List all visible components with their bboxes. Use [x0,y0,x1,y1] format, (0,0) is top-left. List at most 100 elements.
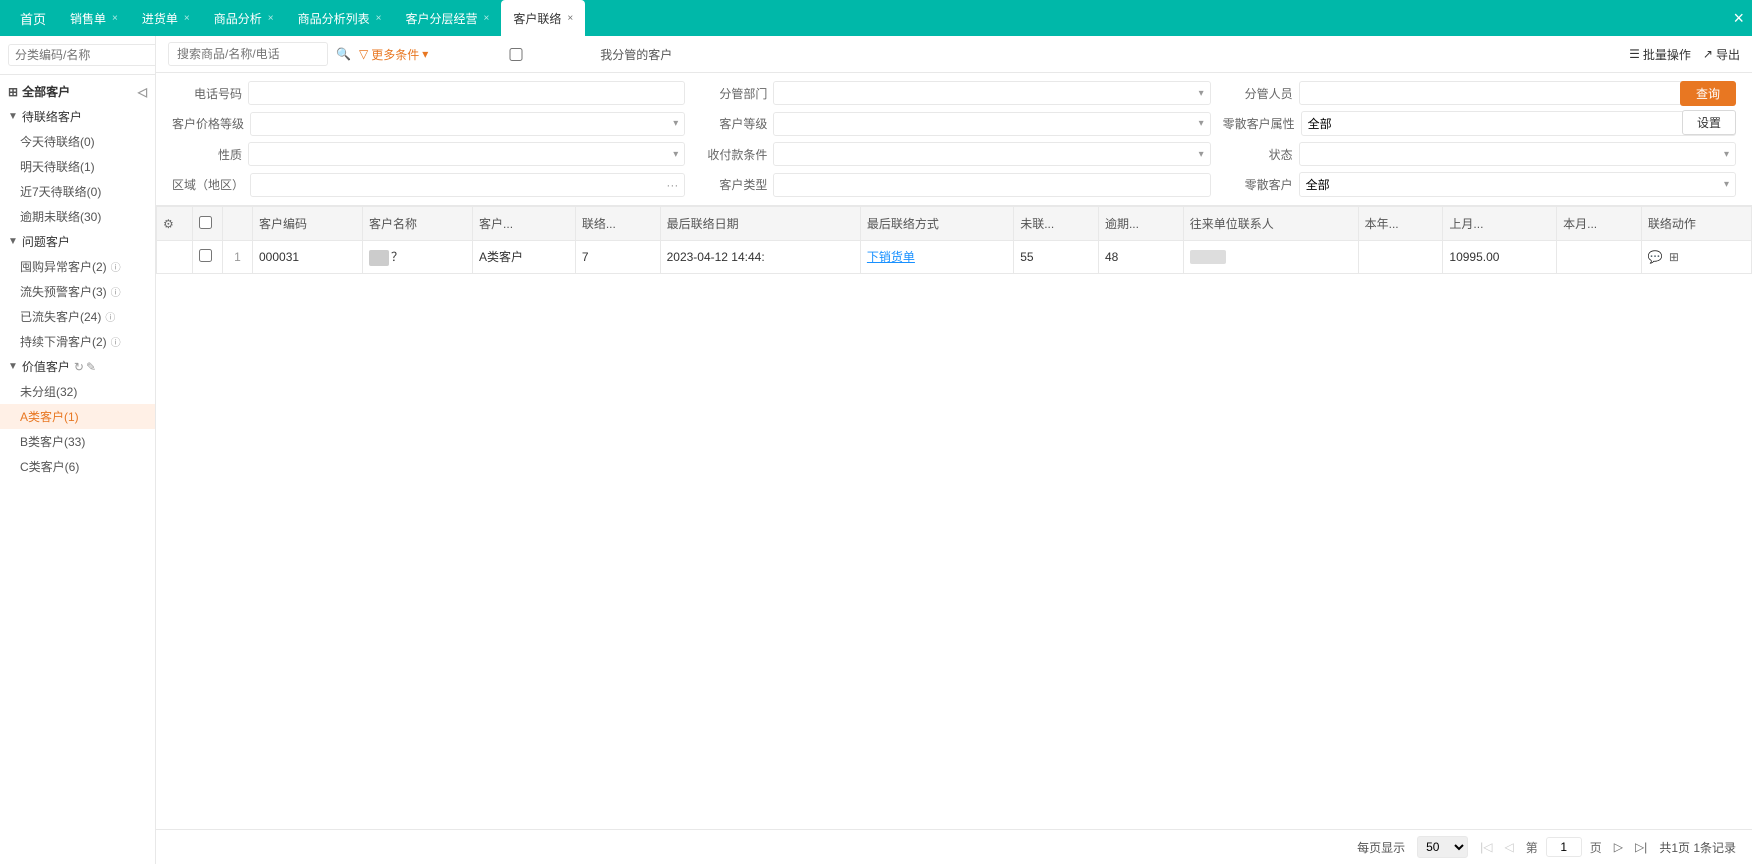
sidebar-item-overdue[interactable]: 逾期未联络(30) [0,204,155,229]
total-pages-label: 页 [1586,837,1606,858]
sidebar-item-declining[interactable]: 持续下滑客户(2) ⓘ [0,329,155,354]
cell-action: 💬 ⊞ [1641,241,1751,274]
export-btn[interactable]: ↗ 导出 [1703,46,1740,63]
nav-tab-sales[interactable]: 销售单 × [58,0,130,36]
nav-tab-purchase[interactable]: 进货单 × [130,0,202,36]
sidebar-collapse-btn[interactable]: ◁ [138,85,147,99]
sidebar-item-churned[interactable]: 已流失客户(24) ⓘ [0,304,155,329]
more-conditions-btn[interactable]: ▽ 更多条件 ▾ [359,46,428,63]
cell-last-method[interactable]: 下销货单 [860,241,1013,274]
close-analysis-list-tab[interactable]: × [376,13,382,24]
main-search-input[interactable] [168,42,328,66]
cell-checkbox[interactable] [193,241,223,274]
nature-select[interactable]: ▾ [248,142,685,166]
sidebar-item-c-class[interactable]: C类客户(6) [0,454,155,479]
dept-select[interactable]: ▾ [773,81,1210,105]
select-all-checkbox[interactable] [199,216,212,229]
sidebar-item-today[interactable]: 今天待联络(0) [0,129,155,154]
page-last-btn[interactable]: ▷| [1631,838,1651,856]
nav-tab-analysis-list[interactable]: 商品分析列表 × [286,0,394,36]
price-level-label: 客户价格等级 [172,115,244,132]
cell-name: ？ [363,241,473,274]
filter-customer-type: 客户类型 [697,172,1210,197]
main-search-icon[interactable]: 🔍 [336,47,351,61]
sidebar-search-input[interactable] [8,44,156,66]
filter-form: 电话号码 分管部门 ▾ 分管人员 ··· 查询 设置 [156,73,1752,206]
cell-last-month: 10995.00 [1443,241,1557,274]
page-first-btn[interactable]: |◁ [1476,838,1496,856]
payment-select[interactable]: ▾ [773,142,1210,166]
close-analysis-tab[interactable]: × [268,13,274,24]
arrow-icon: ▼ [8,111,18,122]
filter-status: 状态 ▾ [1223,142,1736,166]
row-checkbox[interactable] [199,249,212,262]
sidebar-item-abnormal[interactable]: 囤购异常客户(2) ⓘ [0,254,155,279]
customer-type-input[interactable] [773,173,1210,197]
sidebar-item-7days[interactable]: 近7天待联络(0) [0,179,155,204]
sidebar-item-tomorrow[interactable]: 明天待联络(1) [0,154,155,179]
phone-input[interactable] [248,81,685,105]
nav-tab-customer-tier[interactable]: 客户分层经营 × [393,0,501,36]
page-next-btn[interactable]: ▷ [1610,838,1627,856]
customer-level-select[interactable]: ▾ [773,112,1210,136]
my-customers-checkbox[interactable] [436,48,596,61]
manager-input[interactable]: ··· [1299,81,1736,105]
filter-scattered-attr: 零散客户属性 全部 ▾ [1223,111,1736,136]
cell-settings [157,241,193,274]
scattered-attr-select[interactable]: 全部 ▾ [1301,111,1736,136]
close-purchase-tab[interactable]: × [184,13,190,24]
settings-gear-icon[interactable]: ⚙ [163,217,174,231]
cell-this-year [1358,241,1443,274]
scattered-arrow-icon: ▾ [1724,179,1729,190]
nav-home[interactable]: 首页 [8,0,58,36]
filter-region: 区域（地区） ··· [172,172,685,197]
sidebar-item-ungroup[interactable]: 未分组(32) [0,379,155,404]
query-button[interactable]: 查询 [1680,81,1736,106]
price-arrow-icon: ▾ [673,118,678,129]
close-all-btn[interactable]: × [1733,8,1744,29]
th-name: 客户名称 [363,207,473,241]
nav-tab-analysis[interactable]: 商品分析 × [202,0,286,36]
close-customer-contact-tab[interactable]: × [567,13,573,24]
sidebar-item-b-class[interactable]: B类客户(33) [0,429,155,454]
price-level-select[interactable]: ▾ [250,112,685,136]
sidebar-item-churn-warning[interactable]: 流失预警客户(3) ⓘ [0,279,155,304]
status-select[interactable]: ▾ [1299,142,1736,166]
nav-tab-customer-contact[interactable]: 客户联络 × [501,0,585,36]
sidebar-item-a-class[interactable]: A类客户(1) [0,404,155,429]
refresh-icon[interactable]: ↻ [74,360,84,374]
page-nav: |◁ ◁ 第 页 ▷ ▷| [1476,837,1651,858]
per-page-select[interactable]: 50 100 200 [1417,836,1468,858]
batch-op-btn[interactable]: ☰ 批量操作 [1629,46,1691,63]
chevron-down-icon: ▾ [422,47,428,61]
main-layout: 🔍 ⊞ 全部客户 ◁ ▼ 待联络客户 今天待联络(0) 明天待联络(1) 近7天… [0,36,1752,864]
page-prev-btn[interactable]: ◁ [1500,838,1517,856]
group-problem-customers[interactable]: ▼ 问题客户 [0,229,155,254]
cell-this-month [1557,241,1642,274]
th-settings[interactable]: ⚙ [157,207,193,241]
cell-contact: 7 [575,241,660,274]
region-input[interactable]: ··· [250,173,685,197]
page-label: 第 [1522,837,1542,858]
table-row: 1 000031 ？ A类客户 7 2023-04-12 14:44: 下销货单… [157,241,1752,274]
content-area: 🔍 ▽ 更多条件 ▾ 我分管的客户 ☰ 批量操作 ↗ 导出 [156,36,1752,864]
scattered-select[interactable]: 全部 ▾ [1299,172,1736,197]
my-customers-checkbox-label[interactable]: 我分管的客户 [436,46,672,63]
info-icon-4: ⓘ [111,334,121,349]
filter-bar: 🔍 ▽ 更多条件 ▾ 我分管的客户 ☰ 批量操作 ↗ 导出 [156,36,1752,73]
action-more-icon[interactable]: ⊞ [1669,250,1679,264]
dept-arrow-icon: ▾ [1199,88,1204,99]
action-chat-icon[interactable]: 💬 [1648,250,1663,264]
setting-button[interactable]: 设置 [1682,110,1736,135]
manager-label: 分管人员 [1223,85,1293,102]
close-sales-tab[interactable]: × [112,13,118,24]
edit-icon[interactable]: ✎ [86,360,96,374]
customer-level-label: 客户等级 [697,115,767,132]
page-number-input[interactable] [1546,837,1582,857]
group-pending-contact[interactable]: ▼ 待联络客户 [0,104,155,129]
close-customer-tier-tab[interactable]: × [483,13,489,24]
th-overdue: 逾期... [1098,207,1183,241]
group-value-customers[interactable]: ▼ 价值客户 ↻ ✎ [0,354,155,379]
last-method-link[interactable]: 下销货单 [867,250,915,264]
filter-scattered: 零散客户 全部 ▾ [1223,172,1736,197]
